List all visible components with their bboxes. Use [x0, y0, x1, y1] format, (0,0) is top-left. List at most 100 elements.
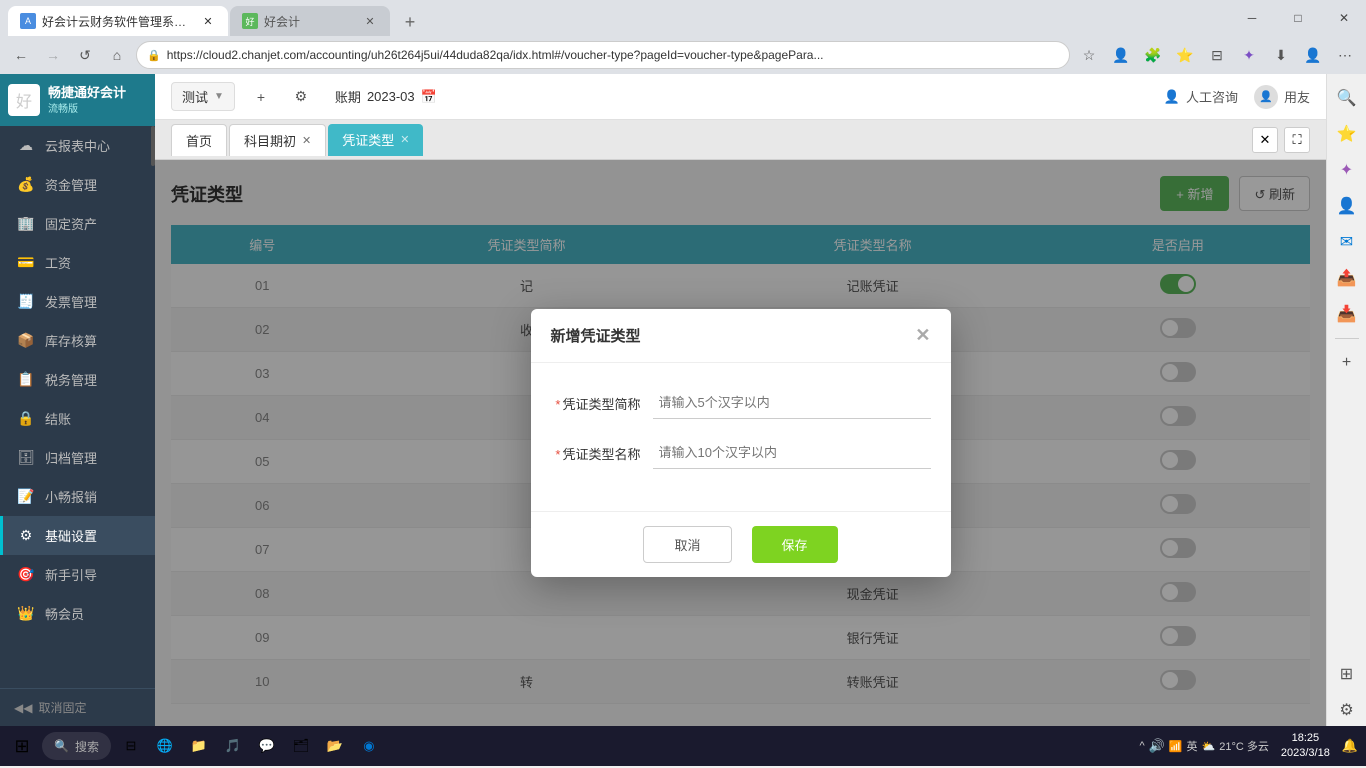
workspace-label: 测试	[182, 87, 208, 106]
user-info-btn[interactable]: 👤 用友	[1254, 85, 1310, 109]
sidebar-brand: 畅捷通好会计 流畅版	[48, 85, 126, 116]
split-btn[interactable]: ⊟	[1204, 42, 1230, 68]
main-content: 测试 ▼ + ⚙ 账期 2023-03 📅 👤 人工咨询 👤 用友	[155, 74, 1326, 726]
close-btn[interactable]: ✕	[1322, 2, 1366, 34]
sidebar-header: 好 畅捷通好会计 流畅版	[0, 74, 155, 126]
modal-close-btn[interactable]: ✕	[915, 325, 930, 346]
right-add-icon[interactable]: +	[1331, 347, 1363, 379]
wechat-icon[interactable]: 💬	[253, 732, 281, 760]
page-tabs-bar: 首页 科目期初 ✕ 凭证类型 ✕ ✕ ⛶	[155, 120, 1326, 160]
sidebar-item-archive[interactable]: 🗄 归档管理	[0, 438, 155, 477]
right-send-icon[interactable]: 📤	[1331, 262, 1363, 294]
tab-subject-label: 科目期初	[244, 131, 296, 150]
form-row-full: *凭证类型名称	[551, 437, 931, 469]
back-btn[interactable]: ←	[8, 42, 34, 68]
right-download-icon[interactable]: 📥	[1331, 298, 1363, 330]
tray-speaker[interactable]: 🔊	[1149, 738, 1165, 754]
tab-voucher-close-btn[interactable]: ✕	[400, 133, 409, 146]
appstore-icon[interactable]: 🗂	[287, 732, 315, 760]
workspace-selector[interactable]: 测试 ▼	[171, 82, 235, 111]
tab-expand-btn[interactable]: ⛶	[1284, 127, 1310, 153]
weather-icon: ⛅	[1202, 740, 1216, 753]
bookmark-btn[interactable]: ☆	[1076, 42, 1102, 68]
sidebar-item-tax[interactable]: 📋 税务管理	[0, 360, 155, 399]
tray-network[interactable]: 📶	[1169, 740, 1183, 753]
consult-btn[interactable]: 👤 人工咨询	[1164, 87, 1238, 106]
tab1-close-btn[interactable]: ✕	[200, 13, 216, 29]
forward-btn[interactable]: →	[40, 42, 66, 68]
tray-lang[interactable]: 英	[1187, 738, 1198, 754]
right-user-icon[interactable]: 👤	[1331, 190, 1363, 222]
files-icon[interactable]: 📂	[321, 732, 349, 760]
explorer-icon[interactable]: 📁	[185, 732, 213, 760]
right-gear-icon[interactable]: ⚙	[1331, 694, 1363, 726]
new-tab-btn[interactable]: +	[396, 8, 424, 36]
start-btn[interactable]: ⊞	[8, 732, 36, 760]
taskbar-clock[interactable]: 18:25 2023/3/18	[1273, 731, 1338, 762]
menu-btn[interactable]: ⋯	[1332, 42, 1358, 68]
address-bar[interactable]: 🔒 https://cloud2.chanjet.com/accounting/…	[136, 41, 1070, 69]
tab1-label: 好会计云财务软件管理系统_会计	[42, 13, 194, 30]
cancel-btn[interactable]: 取消	[643, 526, 731, 563]
inventory-icon: 📦	[17, 332, 35, 350]
tab-subject-close-btn[interactable]: ✕	[302, 134, 311, 147]
copilot-btn[interactable]: ✦	[1236, 42, 1262, 68]
tab2-close-btn[interactable]: ✕	[362, 13, 378, 29]
right-grid-icon[interactable]: ⊞	[1331, 658, 1363, 690]
right-sparkle-icon[interactable]: ✦	[1331, 154, 1363, 186]
task-view-btn[interactable]: ⊟	[117, 732, 145, 760]
required-mark-full: *	[555, 447, 560, 462]
refresh-btn[interactable]: ↺	[72, 42, 98, 68]
header-right: 👤 人工咨询 👤 用友	[1164, 85, 1310, 109]
taskbar-search[interactable]: 🔍 搜索	[42, 732, 111, 760]
settings-btn[interactable]: ⚙	[287, 83, 315, 111]
sidebar-item-fixed-assets[interactable]: 🏢 固定资产	[0, 204, 155, 243]
edge-icon[interactable]: ◉	[355, 732, 383, 760]
media-icon[interactable]: 🎵	[219, 732, 247, 760]
tab-collapse-btn[interactable]: ✕	[1252, 127, 1278, 153]
right-outlook-icon[interactable]: ✉	[1331, 226, 1363, 258]
downloads-btn[interactable]: ⬇	[1268, 42, 1294, 68]
invoice-icon: 🧾	[17, 293, 35, 311]
maximize-btn[interactable]: □	[1276, 2, 1320, 34]
profile-btn[interactable]: 👤	[1300, 42, 1326, 68]
minimize-btn[interactable]: ─	[1230, 2, 1274, 34]
sidebar-item-settings[interactable]: ⚙ 基础设置	[0, 516, 155, 555]
browser-tab-1[interactable]: A 好会计云财务软件管理系统_会计 ✕	[8, 6, 228, 36]
sidebar-item-guide[interactable]: 🎯 新手引导	[0, 555, 155, 594]
field-short-input[interactable]	[653, 387, 931, 419]
tab-home[interactable]: 首页	[171, 124, 227, 156]
clock-time: 18:25	[1292, 731, 1320, 746]
extensions-btn[interactable]: 🧩	[1140, 42, 1166, 68]
notification-icon[interactable]: 🔔	[1342, 738, 1358, 754]
tray-caret[interactable]: ^	[1139, 740, 1144, 752]
right-panel: 🔍 ⭐ ✦ 👤 ✉ 📤 📥 + ⊞ ⚙	[1326, 74, 1366, 726]
browser-taskbar-icon[interactable]: 🌐	[151, 732, 179, 760]
sidebar-item-inventory[interactable]: 📦 库存核算	[0, 321, 155, 360]
field-full-label: *凭证类型名称	[551, 444, 641, 463]
period-value: 2023-03	[367, 89, 415, 104]
sidebar-item-funds[interactable]: 💰 资金管理	[0, 165, 155, 204]
sidebar-item-member[interactable]: 👑 畅会员	[0, 594, 155, 633]
sidebar-item-reports[interactable]: ☁ 云报表中心	[0, 126, 155, 165]
add-workspace-btn[interactable]: +	[247, 83, 275, 111]
right-search-icon[interactable]: 🔍	[1331, 82, 1363, 114]
sidebar-item-payroll[interactable]: 💳 工资	[0, 243, 155, 282]
save-btn[interactable]: 保存	[752, 526, 838, 563]
consult-label: 人工咨询	[1186, 87, 1238, 106]
sidebar-footer[interactable]: ◀◀ 取消固定	[0, 688, 155, 726]
field-full-input[interactable]	[653, 437, 931, 469]
sidebar-item-expense[interactable]: 📝 小畅报销	[0, 477, 155, 516]
url-text: https://cloud2.chanjet.com/accounting/uh…	[167, 48, 1059, 62]
pin-icon: ◀◀	[14, 701, 32, 715]
sidebar-item-closing[interactable]: 🔒 结账	[0, 399, 155, 438]
sidebar-item-invoice[interactable]: 🧾 发票管理	[0, 282, 155, 321]
sidebar-item-label-invoice: 发票管理	[45, 292, 97, 311]
right-star-icon[interactable]: ⭐	[1331, 118, 1363, 150]
tab-voucher-type[interactable]: 凭证类型 ✕	[328, 124, 423, 156]
tab-subject-period[interactable]: 科目期初 ✕	[229, 124, 326, 156]
browser-tab-2[interactable]: 好 好会计 ✕	[230, 6, 390, 36]
account-btn[interactable]: 👤	[1108, 42, 1134, 68]
fav-btn[interactable]: ⭐	[1172, 42, 1198, 68]
home-btn[interactable]: ⌂	[104, 42, 130, 68]
